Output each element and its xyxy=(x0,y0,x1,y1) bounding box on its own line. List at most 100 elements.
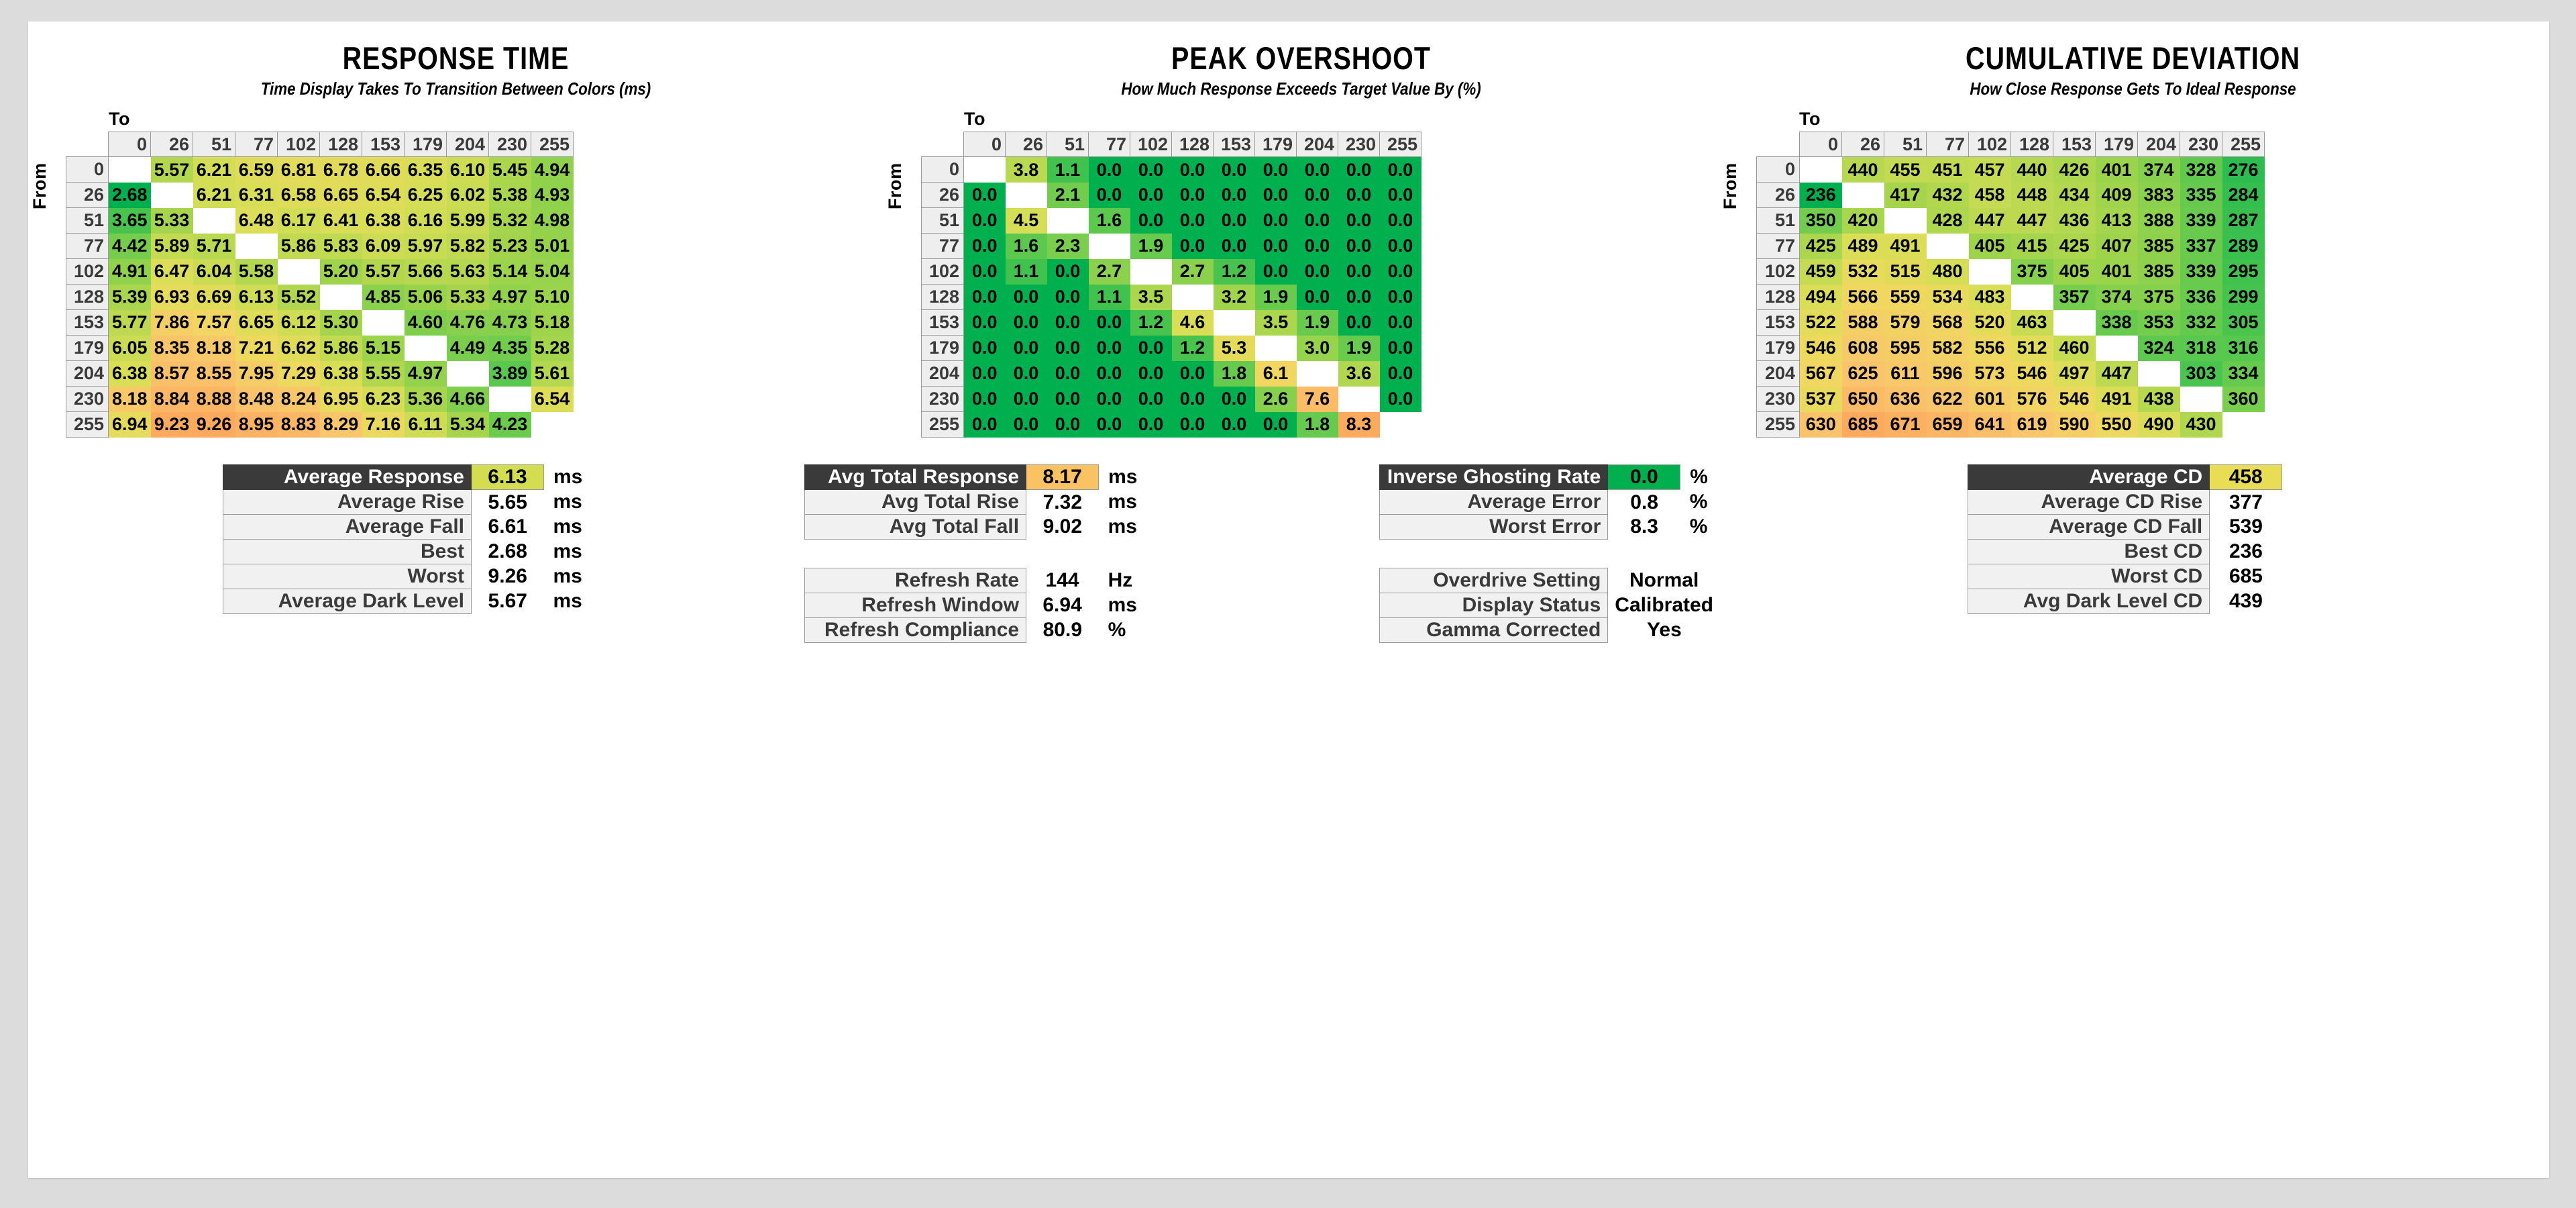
heatmap-cell: 6.13 xyxy=(235,284,278,310)
heatmap-cell: 303 xyxy=(2180,360,2222,387)
summary-spacer xyxy=(804,540,1366,568)
heatmap-cell: 0.0 xyxy=(1379,309,1421,336)
heatmap-cell: 636 xyxy=(1884,386,1927,412)
heatmap-cell: 338 xyxy=(2095,309,2138,336)
heatmap-cell-diagonal xyxy=(963,156,1006,183)
heatmap-cell: 8.18 xyxy=(193,335,235,361)
heatmap-cell: 0.0 xyxy=(1296,207,1338,234)
heatmap-cell: 6.81 xyxy=(277,156,320,183)
heatmap-cell: 566 xyxy=(1841,284,1884,310)
heatmap-cell: 0.0 xyxy=(1379,156,1421,183)
summary-value: 685 xyxy=(2229,565,2263,588)
heatmap-cell: 332 xyxy=(2180,309,2222,336)
heatmap-cell: 0.0 xyxy=(963,207,1006,234)
summary-row: Worst Error 8.3% xyxy=(1379,514,1741,540)
summary-row: Avg Dark Level CD 439 xyxy=(1968,589,2343,615)
panel-response-time: RESPONSE TIME Time Display Takes To Tran… xyxy=(28,42,883,438)
summary-value: Calibrated xyxy=(1615,594,1714,617)
heatmap-col-header-255: 255 xyxy=(531,132,574,158)
summary-row: Gamma Corrected Yes xyxy=(1379,617,1781,644)
heatmap-col-header-51: 51 xyxy=(1884,132,1927,158)
heatmap-col-header-230: 230 xyxy=(2180,132,2222,158)
heatmap-cell: 432 xyxy=(1926,182,1969,208)
heatmap-cell: 0.0 xyxy=(1213,411,1255,438)
heatmap-cell: 573 xyxy=(1968,360,2011,387)
heatmap-row-header-255: 255 xyxy=(1756,411,1800,438)
heatmap-cell: 5.15 xyxy=(362,335,405,361)
heatmap-cell: 546 xyxy=(1799,335,1842,361)
heatmap-cell: 2.7 xyxy=(1171,258,1214,285)
summary-value: 439 xyxy=(2229,590,2263,613)
heatmap-row-header-26: 26 xyxy=(1756,182,1800,209)
heatmap-cell: 305 xyxy=(2222,309,2265,336)
summary-row: Average CD Rise 377 xyxy=(1968,489,2343,515)
heatmap-cell: 5.36 xyxy=(404,386,447,412)
heatmap-cell-diagonal xyxy=(2053,309,2096,336)
heatmap-cell: 0.0 xyxy=(1379,335,1421,361)
heatmap-row: 179 0.0 0.0 0.0 0.0 0.0 1.2 5.3 3.0 1.9 0.0 xyxy=(921,335,1421,362)
heatmap-cell: 0.0 xyxy=(1379,233,1421,259)
heatmap-cell: 0.0 xyxy=(1088,411,1130,438)
heatmap-cell: 5.83 xyxy=(319,233,362,259)
summary-label: Average Fall xyxy=(223,514,472,540)
heatmap-cell: 7.57 xyxy=(193,309,235,336)
heatmap-cell: 4.6 xyxy=(1171,309,1214,336)
heatmap-cell: 4.85 xyxy=(362,284,405,310)
heatmap-col-header-179: 179 xyxy=(2095,132,2138,158)
heatmap-cell: 339 xyxy=(2180,258,2222,285)
heatmap-row: 255 630 685 671 659 641 619 590 550 490 430 xyxy=(1756,411,2265,438)
heatmap-row: 153 522 588 579 568 520 463 338 353 332 305 xyxy=(1756,309,2265,336)
heatmap-row: 230 0.0 0.0 0.0 0.0 0.0 0.0 0.0 2.6 7.6 0.0 xyxy=(921,386,1421,413)
heatmap-cell-diagonal xyxy=(1213,309,1255,336)
heatmap-col-header-230: 230 xyxy=(1338,132,1380,158)
heatmap-cell: 608 xyxy=(1841,335,1884,361)
panel-subtitle-cumulative-deviation: How Close Response Gets To Ideal Respons… xyxy=(1970,79,2296,99)
heatmap-cell-diagonal xyxy=(1884,207,1927,234)
heatmap-cell: 595 xyxy=(1884,335,1927,361)
heatmap-row-header-230: 230 xyxy=(921,386,964,413)
heatmap-cell-diagonal xyxy=(1088,233,1130,259)
heatmap-cell: 0.0 xyxy=(1296,233,1338,259)
heatmap-cell: 0.0 xyxy=(963,335,1006,361)
heatmap-cell: 567 xyxy=(1799,360,1842,387)
heatmap-cell: 0.0 xyxy=(1130,182,1172,208)
heatmap-cell: 0.0 xyxy=(963,284,1006,310)
heatmap-cell: 299 xyxy=(2222,284,2265,310)
heatmap-col-header-77: 77 xyxy=(235,132,278,158)
summary-row: Inverse Ghosting Rate 0.0% xyxy=(1379,464,1741,491)
heatmap-row: 128 0.0 0.0 0.0 1.1 3.5 3.2 1.9 0.0 0.0 0.0 xyxy=(921,284,1421,311)
heatmap-row-header-128: 128 xyxy=(66,284,109,311)
heatmap-cell: 5.3 xyxy=(1213,335,1255,361)
heatmap-cell: 8.55 xyxy=(193,360,235,387)
heatmap-cell: 6.66 xyxy=(362,156,405,183)
heatmap-col-header-0: 0 xyxy=(963,132,1006,158)
heatmap-cell: 5.10 xyxy=(531,284,574,310)
heatmap-cell: 375 xyxy=(2137,284,2180,310)
heatmap-cell: 5.06 xyxy=(404,284,447,310)
heatmap-cell: 0.0 xyxy=(1171,207,1214,234)
summary-row: Average CD 458 xyxy=(1968,464,2343,491)
summary-unit: ms xyxy=(1108,466,1138,489)
heatmap-cell: 0.0 xyxy=(1171,386,1214,412)
heatmap-cell: 0.0 xyxy=(1005,284,1047,310)
summary-label: Average Error xyxy=(1379,489,1609,515)
heatmap-cell: 328 xyxy=(2180,156,2222,183)
heatmap-cell: 8.18 xyxy=(108,386,151,412)
heatmap-cell: 5.38 xyxy=(488,182,531,208)
heatmap-cell: 1.8 xyxy=(1296,411,1338,438)
heatmap-col-header-179: 179 xyxy=(1254,132,1297,158)
heatmap-cell: 6.23 xyxy=(362,386,405,412)
heatmap-cell: 8.84 xyxy=(150,386,193,412)
heatmap-cell: 405 xyxy=(1968,233,2011,259)
heatmap-row: 230 8.18 8.84 8.88 8.48 8.24 6.95 6.23 5.36 4.66 6… xyxy=(66,386,574,413)
summary-unit: ms xyxy=(553,565,582,588)
heatmap-cell: 490 xyxy=(2137,411,2180,438)
summary-value: 9.26 xyxy=(488,565,527,588)
heatmap-cell: 417 xyxy=(1884,182,1927,208)
heatmap-cell: 374 xyxy=(2095,284,2138,310)
heatmap-cell: 0.0 xyxy=(1005,411,1047,438)
summary-label: Average Response xyxy=(223,464,472,491)
heatmap-row-header-255: 255 xyxy=(921,411,964,438)
heatmap-cell: 6.95 xyxy=(319,386,362,412)
summary-row: Refresh Window 6.94 ms xyxy=(804,593,1159,619)
